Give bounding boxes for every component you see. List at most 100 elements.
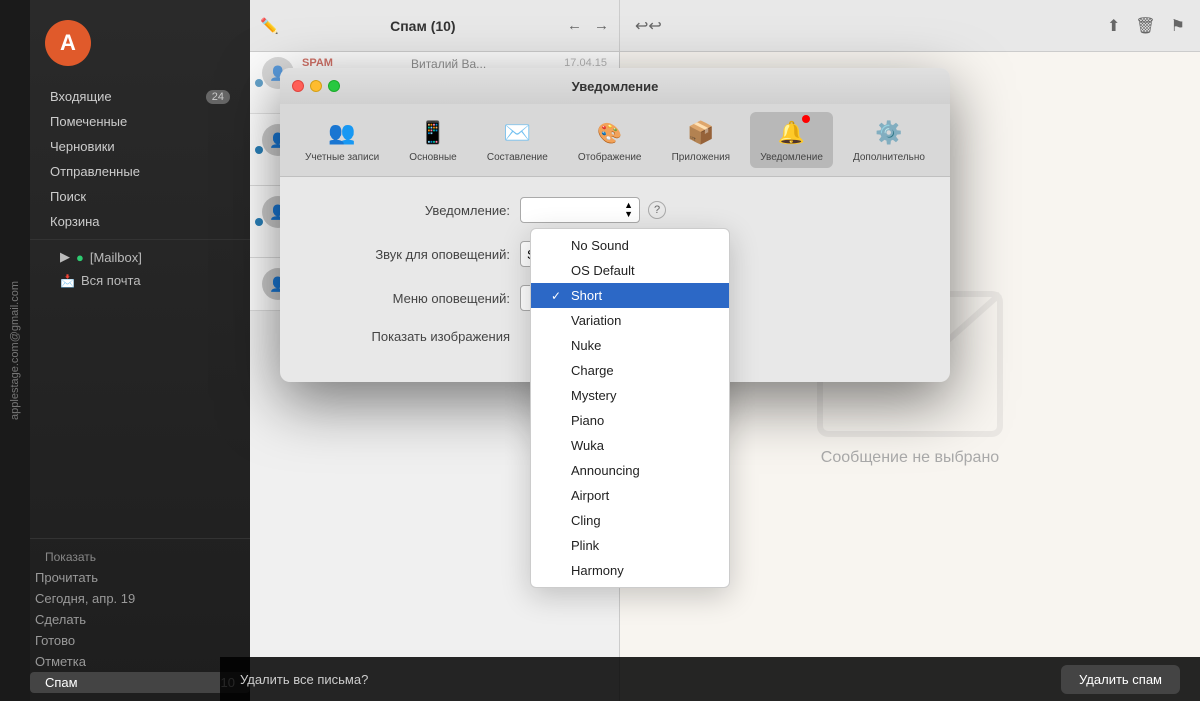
sidebar-item-search[interactable]: Поиск bbox=[30, 184, 250, 209]
sidebar-item-today[interactable]: Сегодня, апр. 19 bbox=[30, 588, 250, 609]
sidebar-left-strip: applestage.com@gmail.com bbox=[0, 0, 30, 701]
back-icon[interactable]: ← bbox=[567, 17, 582, 34]
tab-general[interactable]: 📱 Основные bbox=[399, 112, 466, 168]
sidebar-item-trash[interactable]: Корзина bbox=[30, 209, 250, 234]
sidebar-item-inbox[interactable]: Входящие 24 bbox=[30, 84, 250, 109]
accounts-icon: 👥 bbox=[326, 117, 358, 149]
notification-label: Уведомление: bbox=[310, 203, 510, 218]
dropdown-item-variation[interactable]: Variation bbox=[531, 308, 729, 333]
tab-accounts[interactable]: 👥 Учетные записи bbox=[295, 112, 389, 168]
tab-display[interactable]: 🎨 Отображение bbox=[568, 112, 652, 168]
sidebar-item-mailbox[interactable]: ▶ ● [Mailbox] bbox=[30, 245, 250, 269]
dropdown-item-short[interactable]: ✓ Short bbox=[531, 283, 729, 308]
dropdown-item-announcing[interactable]: Announcing bbox=[531, 458, 729, 483]
tab-apps-label: Приложения bbox=[672, 152, 731, 163]
apps-icon: 📦 bbox=[685, 117, 717, 149]
sidebar-item-allmail[interactable]: 📩 Вся почта bbox=[30, 269, 250, 292]
unread-dot-2 bbox=[255, 146, 263, 154]
tab-compose[interactable]: ✉️ Составление bbox=[477, 112, 558, 168]
minimize-button[interactable] bbox=[310, 80, 322, 92]
dropdown-item-charge[interactable]: Charge bbox=[531, 358, 729, 383]
dropdown-label-variation: Variation bbox=[571, 313, 621, 328]
maximize-button[interactable] bbox=[328, 80, 340, 92]
prefs-row-notification: Уведомление: ▲ ▼ ? bbox=[310, 197, 920, 223]
sidebar-item-done[interactable]: Готово bbox=[30, 630, 250, 651]
notification-icon: 🔔 bbox=[776, 117, 808, 149]
prefs-titlebar: Уведомление bbox=[280, 68, 950, 104]
sidebar-item-mark[interactable]: Отметка bbox=[30, 651, 250, 672]
dropdown-label-charge: Charge bbox=[571, 363, 614, 378]
notification-select[interactable]: ▲ ▼ bbox=[520, 197, 640, 223]
close-button[interactable] bbox=[292, 80, 304, 92]
sidebar-item-inbox-badge: 24 bbox=[206, 90, 230, 104]
sidebar-item-read[interactable]: Прочитать bbox=[30, 567, 250, 588]
allmail-icon: 📩 bbox=[60, 274, 75, 288]
content-toolbar: ↩↩ ⬆ 🗑 ⚑ bbox=[620, 0, 1200, 52]
dropdown-label-cling: Cling bbox=[571, 513, 601, 528]
sound-dropdown: No Sound OS Default ✓ Short Variation Nu… bbox=[530, 228, 730, 588]
dropdown-item-piano[interactable]: Piano bbox=[531, 408, 729, 433]
sidebar-item-search-label: Поиск bbox=[50, 189, 86, 204]
traffic-lights bbox=[292, 80, 340, 92]
dropdown-item-wuka[interactable]: Wuka bbox=[531, 433, 729, 458]
tab-compose-label: Составление bbox=[487, 152, 548, 163]
notification-stepper: ▲ ▼ bbox=[624, 201, 633, 219]
dropdown-item-nuke[interactable]: Nuke bbox=[531, 333, 729, 358]
allmail-label: Вся почта bbox=[81, 273, 141, 288]
dropdown-label-mystery: Mystery bbox=[571, 388, 617, 403]
sidebar-item-drafts[interactable]: Черновики bbox=[30, 134, 250, 159]
show-label: Показать bbox=[45, 550, 96, 564]
sidebar-item-flagged[interactable]: Помеченные bbox=[30, 109, 250, 134]
help-button[interactable]: ? bbox=[648, 201, 666, 219]
dropdown-item-airport[interactable]: Airport bbox=[531, 483, 729, 508]
sidebar-item-spam[interactable]: Спам 10 bbox=[30, 672, 250, 693]
sidebar-vertical-email: applestage.com@gmail.com bbox=[1, 271, 29, 430]
dropdown-label-os-default: OS Default bbox=[571, 263, 635, 278]
images-label: Показать изображения bbox=[310, 329, 510, 344]
check-short: ✓ bbox=[551, 289, 563, 303]
sidebar-header: A bbox=[30, 0, 250, 76]
sidebar-item-drafts-label: Черновики bbox=[50, 139, 115, 154]
tab-advanced-label: Дополнительно bbox=[853, 152, 925, 163]
dropdown-label-harmony: Harmony bbox=[571, 563, 624, 578]
dropdown-label-airport: Airport bbox=[571, 488, 609, 503]
dropdown-item-os-default[interactable]: OS Default bbox=[531, 258, 729, 283]
advanced-icon: ⚙️ bbox=[873, 117, 905, 149]
tab-notification[interactable]: 🔔 Уведомление bbox=[750, 112, 833, 168]
bottom-bar: Удалить все письма? Удалить спам bbox=[220, 657, 1200, 701]
sidebar-divider bbox=[30, 239, 250, 240]
avatar: A bbox=[45, 20, 91, 66]
forward-icon[interactable]: → bbox=[594, 17, 609, 34]
sound-label: Звук для оповещений: bbox=[310, 247, 510, 262]
tab-advanced[interactable]: ⚙️ Дополнительно bbox=[843, 112, 935, 168]
reply-all-icon[interactable]: ↩↩ bbox=[635, 16, 662, 36]
sidebar-item-sent[interactable]: Отправленные bbox=[30, 159, 250, 184]
prefs-toolbar: 👥 Учетные записи 📱 Основные ✉️ Составлен… bbox=[280, 104, 950, 177]
dropdown-label-wuka: Wuka bbox=[571, 438, 604, 453]
unread-dot-3 bbox=[255, 218, 263, 226]
dropdown-item-plink[interactable]: Plink bbox=[531, 533, 729, 558]
email-list-header: ✏️ Спам (10) ← → bbox=[250, 0, 619, 52]
general-icon: 📱 bbox=[417, 117, 449, 149]
dropdown-item-no-sound[interactable]: No Sound bbox=[531, 233, 729, 258]
flag-icon[interactable]: ⚑ bbox=[1171, 16, 1185, 36]
dropdown-item-mystery[interactable]: Mystery bbox=[531, 383, 729, 408]
trash-icon[interactable]: 🗑 bbox=[1135, 16, 1155, 36]
sidebar: A Входящие 24 Помеченные Черновики Отпра… bbox=[30, 0, 250, 701]
delete-all-text: Удалить все письма? bbox=[240, 672, 368, 687]
mailbox-label: [Mailbox] bbox=[90, 250, 142, 265]
notification-control: ▲ ▼ ? bbox=[520, 197, 920, 223]
tab-apps[interactable]: 📦 Приложения bbox=[662, 112, 741, 168]
chevron-down-icon: ▼ bbox=[624, 210, 633, 219]
green-dot: ● bbox=[76, 250, 84, 265]
sidebar-item-todo[interactable]: Сделать bbox=[30, 609, 250, 630]
upload-icon[interactable]: ⬆ bbox=[1107, 16, 1120, 36]
compose-icon: ✉️ bbox=[501, 117, 533, 149]
compose-icon[interactable]: ✏️ bbox=[260, 17, 279, 35]
dropdown-label-announcing: Announcing bbox=[571, 463, 640, 478]
dropdown-item-cling[interactable]: Cling bbox=[531, 508, 729, 533]
unread-dot-1 bbox=[255, 79, 263, 87]
delete-spam-button[interactable]: Удалить спам bbox=[1061, 665, 1180, 694]
dropdown-item-harmony[interactable]: Harmony bbox=[531, 558, 729, 583]
compose-area: ✏️ bbox=[260, 17, 279, 35]
